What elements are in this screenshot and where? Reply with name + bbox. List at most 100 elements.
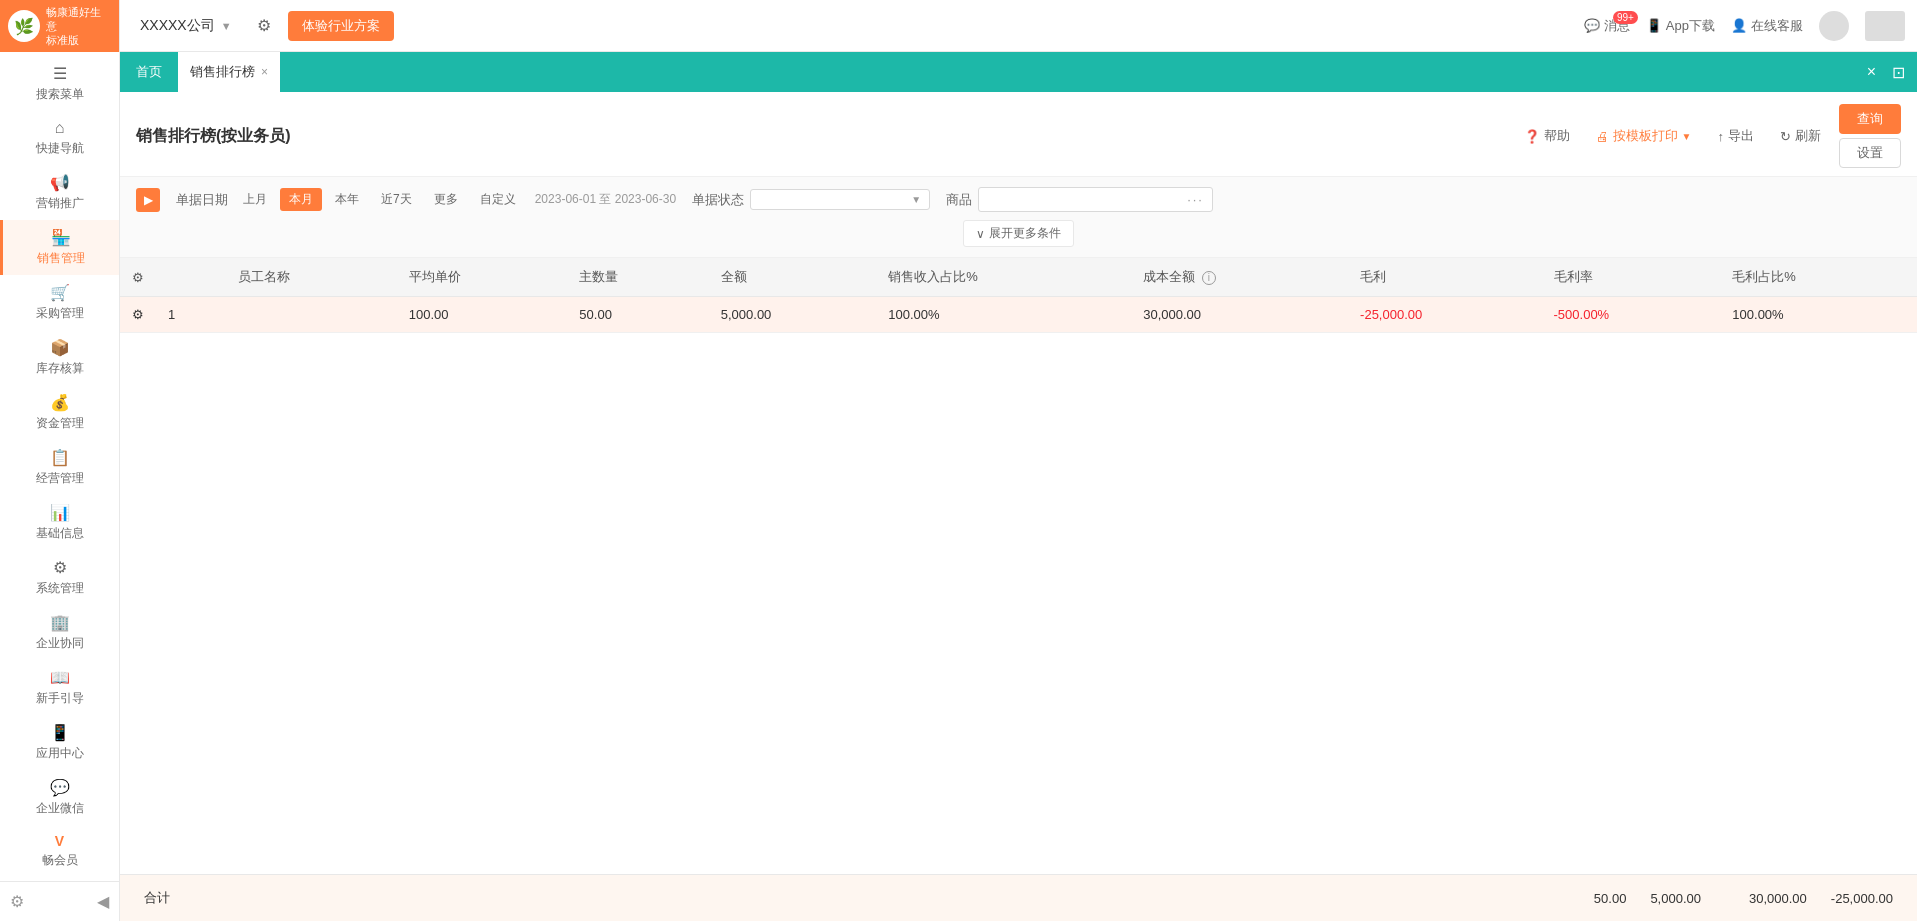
footer-sales-ratio: [1713, 894, 1737, 902]
status-select[interactable]: ▼: [750, 189, 930, 210]
row-profit-rate: -500.00%: [1542, 297, 1721, 333]
footer-total: 5,000.00: [1638, 887, 1713, 910]
filter-toggle-btn[interactable]: ▶: [136, 188, 160, 212]
industry-btn[interactable]: 体验行业方案: [288, 11, 394, 41]
user-name: [1865, 11, 1905, 41]
pill-last-month[interactable]: 上月: [234, 188, 276, 211]
col-profit: 毛利: [1348, 258, 1541, 297]
sidebar-item-operation[interactable]: 📋 经营管理: [0, 440, 119, 495]
tab-home[interactable]: 首页: [120, 52, 178, 92]
row-quantity: 50.00: [567, 297, 708, 333]
company-selector[interactable]: XXXXX公司 ▼: [132, 13, 240, 39]
sidebar-item-search-order[interactable]: ☰ 搜索菜单: [0, 56, 119, 111]
user-avatar[interactable]: [1819, 11, 1849, 41]
operation-icon: 📋: [50, 448, 70, 467]
sidebar: 🌿 畅康通好生意 标准版 ☰ 搜索菜单 ⌂ 快捷导航 📢 营销推广 🏪 销售管理…: [0, 0, 120, 921]
sidebar-item-quick-nav[interactable]: ⌂ 快捷导航: [0, 111, 119, 165]
tab-sales-ranking[interactable]: 销售排行榜 ×: [178, 52, 280, 92]
sidebar-collapse-btn[interactable]: ◀: [97, 892, 109, 911]
guide-icon: 📖: [50, 668, 70, 687]
date-filter-label: 单据日期: [176, 191, 228, 209]
pill-7-days[interactable]: 近7天: [372, 188, 421, 211]
date-range-text: 2023-06-01 至 2023-06-30: [535, 191, 676, 208]
sidebar-item-enterprise[interactable]: 🏢 企业协同: [0, 605, 119, 660]
col-total: 全额: [709, 258, 876, 297]
window-maximize-btn[interactable]: ⊡: [1888, 59, 1909, 86]
sidebar-item-guide[interactable]: 📖 新手引导: [0, 660, 119, 715]
inventory-icon: 📦: [50, 338, 70, 357]
footer-avg: [212, 894, 292, 902]
system-icon: ⚙: [53, 558, 67, 577]
cost-info-icon[interactable]: i: [1202, 271, 1216, 285]
content-area: 销售排行榜(按业务员) ❓ 帮助 🖨 按模板打印 ▼ ↑ 导出: [120, 92, 1917, 921]
row-rank: 1: [156, 297, 226, 333]
col-avg-price: 平均单价: [397, 258, 568, 297]
print-dropdown-icon: ▼: [1682, 131, 1692, 142]
goods-filter: 商品 ···: [946, 187, 1213, 212]
sales-table: ⚙ 员工名称 平均单价 主数量 全额 销售收入占比% 成本全额 i 毛利: [120, 258, 1917, 333]
export-btn[interactable]: ↑ 导出: [1710, 123, 1763, 149]
topbar-right: 💬 消息 99+ 📱 App下载 👤 在线客服: [1584, 11, 1905, 41]
purchase-icon: 🛒: [50, 283, 70, 302]
col-settings[interactable]: ⚙: [120, 258, 156, 297]
pill-more[interactable]: 更多: [425, 188, 467, 211]
sidebar-item-finance[interactable]: 💰 资金管理: [0, 385, 119, 440]
marketing-icon: 📢: [50, 173, 70, 192]
row-cost: 30,000.00: [1131, 297, 1348, 333]
service-icon: 👤: [1731, 18, 1747, 33]
mobile-icon: 📱: [1646, 18, 1662, 33]
finance-icon: 💰: [50, 393, 70, 412]
sidebar-item-wechat[interactable]: 💬 企业微信: [0, 770, 119, 825]
status-filter-label: 单据状态: [692, 191, 744, 209]
sidebar-item-system[interactable]: ⚙ 系统管理: [0, 550, 119, 605]
page-container: 销售排行榜(按业务员) ❓ 帮助 🖨 按模板打印 ▼ ↑ 导出: [120, 92, 1917, 921]
sidebar-item-app-center[interactable]: 📱 应用中心: [0, 715, 119, 770]
main-area: XXXXX公司 ▼ ⚙ 体验行业方案 💬 消息 99+ 📱 App下载 👤 在线…: [120, 0, 1917, 921]
sidebar-settings-btn[interactable]: ⚙: [10, 892, 24, 911]
expand-more-btn[interactable]: ∨ 展开更多条件: [963, 220, 1074, 247]
app-download-btn[interactable]: 📱 App下载: [1646, 17, 1715, 35]
sidebar-item-basic-info[interactable]: 📊 基础信息: [0, 495, 119, 550]
message-btn[interactable]: 💬 消息 99+: [1584, 17, 1630, 35]
member-icon: V: [55, 833, 64, 849]
sidebar-item-sales[interactable]: 🏪 销售管理: [0, 220, 119, 275]
tabbar: 首页 销售排行榜 × × ⊡: [120, 52, 1917, 92]
tabbar-controls: × ⊡: [1863, 59, 1917, 86]
window-close-btn[interactable]: ×: [1863, 59, 1880, 85]
message-badge: 99+: [1613, 11, 1638, 24]
logo-icon: 🌿: [8, 10, 40, 42]
col-sales-ratio: 销售收入占比%: [876, 258, 1131, 297]
query-btn[interactable]: 查询: [1839, 104, 1901, 134]
date-filter: 单据日期 上月 本月 本年 近7天 更多 自定义 2023-06-01 至 20…: [176, 188, 676, 211]
topbar-settings-btn[interactable]: ⚙: [250, 12, 278, 40]
goods-input[interactable]: ···: [978, 187, 1213, 212]
company-name: XXXXX公司: [140, 17, 215, 35]
pill-this-month[interactable]: 本月: [280, 188, 322, 211]
pill-this-year[interactable]: 本年: [326, 188, 368, 211]
tab-close-btn[interactable]: ×: [261, 65, 268, 79]
pill-custom[interactable]: 自定义: [471, 188, 525, 211]
sidebar-item-member[interactable]: V 畅会员: [0, 825, 119, 877]
col-rank: [156, 258, 226, 297]
sidebar-item-purchase[interactable]: 🛒 采购管理: [0, 275, 119, 330]
search-order-icon: ☰: [53, 64, 67, 83]
col-employee: 员工名称: [226, 258, 397, 297]
app-center-icon: 📱: [50, 723, 70, 742]
sidebar-nav: ☰ 搜索菜单 ⌂ 快捷导航 📢 营销推广 🏪 销售管理 🛒 采购管理 📦 库存核…: [0, 52, 119, 881]
app-logo: 🌿 畅康通好生意 标准版: [0, 0, 119, 52]
expand-row: ∨ 展开更多条件: [136, 220, 1901, 247]
col-profit-ratio: 毛利占比%: [1720, 258, 1917, 297]
help-btn[interactable]: ❓ 帮助: [1516, 123, 1578, 149]
settings-btn[interactable]: 设置: [1839, 138, 1901, 168]
table-row: ⚙ 1 100.00 50.00 5,000.00 100.00% 30,000…: [120, 297, 1917, 333]
print-btn[interactable]: 🖨 按模板打印 ▼: [1588, 123, 1700, 149]
table-container: ⚙ 员工名称 平均单价 主数量 全额 销售收入占比% 成本全额 i 毛利: [120, 258, 1917, 874]
row-sales-ratio: 100.00%: [876, 297, 1131, 333]
status-filter: 单据状态 ▼: [692, 189, 930, 210]
online-service-btn[interactable]: 👤 在线客服: [1731, 17, 1803, 35]
sidebar-item-inventory[interactable]: 📦 库存核算: [0, 330, 119, 385]
sidebar-item-marketing[interactable]: 📢 营销推广: [0, 165, 119, 220]
col-cost: 成本全额 i: [1131, 258, 1348, 297]
row-settings[interactable]: ⚙: [120, 297, 156, 333]
refresh-btn[interactable]: ↻ 刷新: [1772, 123, 1829, 149]
